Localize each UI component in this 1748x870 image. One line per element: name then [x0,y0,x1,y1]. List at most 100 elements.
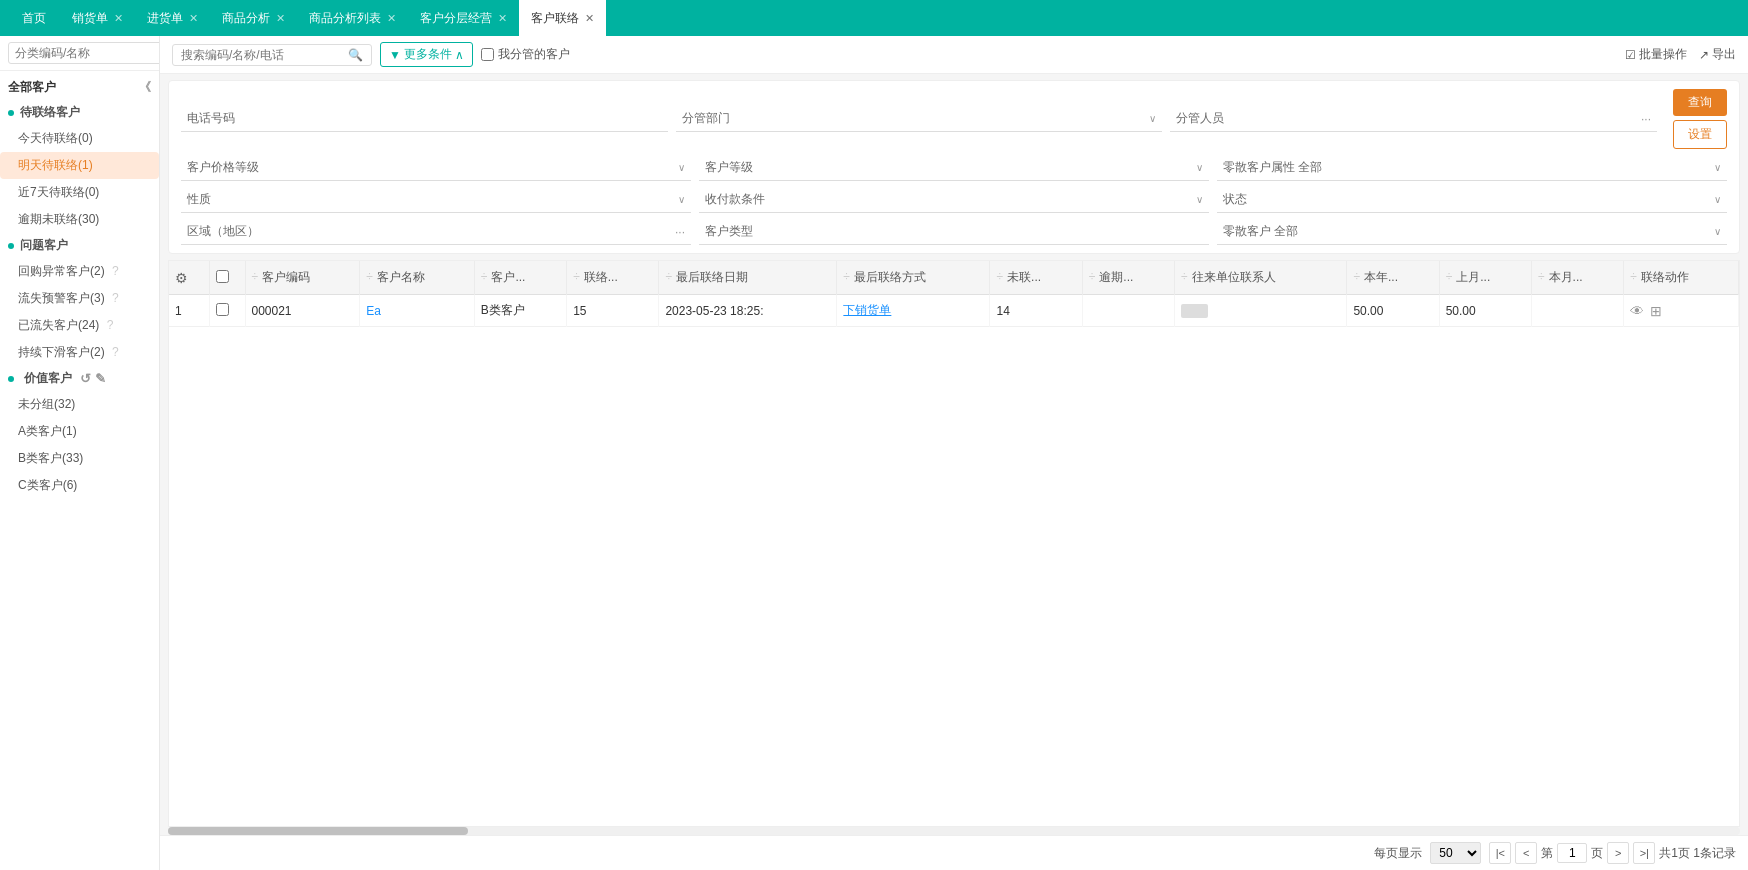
td-this-month [1531,295,1623,327]
more-conditions-btn[interactable]: ▼ 更多条件 ∧ [380,42,473,67]
sidebar-item-overdue[interactable]: 逾期未联络(30) [0,206,159,233]
nav-goods-analysis[interactable]: 商品分析 ✕ [210,0,297,36]
first-page-btn[interactable]: |< [1489,842,1511,864]
grid-icon[interactable]: ⊞ [1650,303,1662,319]
sidebar-item-week[interactable]: 近7天待联络(0) [0,179,159,206]
my-customers-checkbox[interactable] [481,48,494,61]
settings-icon[interactable]: ⚙ [175,270,188,286]
filter-status[interactable]: 状态 ∨ [1217,187,1727,213]
filter-retail-attr[interactable]: 零散客户属性 全部 ∨ [1217,155,1727,181]
th-this-year: ÷本年... [1347,261,1439,295]
sidebar-item-class-a[interactable]: A类客户(1) [0,418,159,445]
query-button[interactable]: 查询 [1673,89,1727,116]
prev-page-btn[interactable]: < [1515,842,1537,864]
th-this-month: ÷本月... [1531,261,1623,295]
price-chevron-icon: ∨ [678,162,685,173]
filter-payment[interactable]: 收付款条件 ∨ [699,187,1209,213]
filter-payment-label: 收付款条件 [705,191,765,208]
filter-price-level[interactable]: 客户价格等级 ∨ [181,155,691,181]
sidebar-item-tomorrow[interactable]: 明天待联络(1) [0,152,159,179]
collapse-icon[interactable]: 《 [139,79,151,96]
help-icon4[interactable]: ? [112,345,119,359]
filter-retail-attr-label: 零散客户属性 全部 [1223,159,1322,176]
nav-customer-contact[interactable]: 客户联络 ✕ [519,0,606,36]
region-ellipsis-icon[interactable]: ··· [675,225,685,239]
related-contact-blurred [1181,304,1208,318]
nav-purchase[interactable]: 进货单 ✕ [135,0,210,36]
filter-row-2: 客户价格等级 ∨ 客户等级 ∨ 零散客户属性 全部 ∨ [181,155,1727,181]
select-all-checkbox[interactable] [216,270,229,283]
scrollbar-thumb[interactable] [168,827,468,835]
sidebar-search-bar[interactable]: 🔍 [0,36,159,71]
sidebar-item-declining[interactable]: 持续下滑客户(2) ? [0,339,159,366]
nav-goods-list[interactable]: 商品分析列表 ✕ [297,0,408,36]
td-customer-code: 000021 [245,295,360,327]
sidebar-item-repurchase[interactable]: 回购异常客户(2) ? [0,258,159,285]
export-btn[interactable]: ↗ 导出 [1699,46,1736,63]
filter-region[interactable]: 区域（地区） ··· [181,219,691,245]
sidebar-item-loss-warning[interactable]: 流失预警客户(3) ? [0,285,159,312]
toolbar-search-input[interactable] [181,48,344,62]
sidebar-item-today[interactable]: 今天待联络(0) [0,125,159,152]
th-checkbox[interactable] [209,261,245,295]
td-last-contact-date: 2023-05-23 18:25: [659,295,837,327]
nav-home[interactable]: 首页 [8,0,60,36]
nav-customer-layer[interactable]: 客户分层经营 ✕ [408,0,519,36]
page-suffix: 页 [1591,845,1603,862]
next-page-btn[interactable]: > [1607,842,1629,864]
sidebar-item-class-c[interactable]: C类客户(6) [0,472,159,499]
payment-chevron-icon: ∨ [1196,194,1203,205]
batch-op-btn[interactable]: ☑ 批量操作 [1625,46,1687,63]
filter-customer-type[interactable]: 客户类型 [699,219,1209,245]
filter-nature[interactable]: 性质 ∨ [181,187,691,213]
td-checkbox[interactable] [209,295,245,327]
filter-row-1: 电话号码 分管部门 ∨ 分管人员 ··· 查询 设置 [181,89,1727,149]
close-goods-list-icon[interactable]: ✕ [387,12,396,25]
filter-status-label: 状态 [1223,191,1247,208]
filter-customer-level[interactable]: 客户等级 ∨ [699,155,1209,181]
last-page-btn[interactable]: >| [1633,842,1655,864]
retail-chevron-icon: ∨ [1714,162,1721,173]
sidebar-search-input[interactable] [8,42,160,64]
refresh-icon[interactable]: ↺ [80,371,91,386]
eye-icon[interactable]: 👁 [1630,303,1644,319]
setting-button[interactable]: 设置 [1673,120,1727,149]
filter-retail-customer[interactable]: 零散客户 全部 ∨ [1217,219,1727,245]
sidebar-item-class-b[interactable]: B类客户(33) [0,445,159,472]
my-customers-checkbox-label[interactable]: 我分管的客户 [481,46,570,63]
td-customer-name[interactable]: Ea [360,295,475,327]
th-settings[interactable]: ⚙ [169,261,209,295]
th-last-contact-method: ÷最后联络方式 [837,261,990,295]
filter-phone-label: 电话号码 [187,110,235,127]
help-icon3[interactable]: ? [107,318,114,332]
per-page-select[interactable]: 50 100 200 [1430,842,1481,864]
close-sales-icon[interactable]: ✕ [114,12,123,25]
help-icon2[interactable]: ? [112,291,119,305]
customer-table: ⚙ ÷客户编码 ÷客户名称 ÷客户... ÷联络... ÷最后联络日期 ÷最后联… [169,261,1739,327]
page-number-input[interactable] [1557,843,1587,863]
close-goods-analysis-icon[interactable]: ✕ [276,12,285,25]
sidebar-item-lost[interactable]: 已流失客户(24) ? [0,312,159,339]
edit-icon[interactable]: ✎ [95,371,106,386]
sidebar-item-ungrouped[interactable]: 未分组(32) [0,391,159,418]
th-related-contact: ÷往来单位联系人 [1175,261,1347,295]
close-purchase-icon[interactable]: ✕ [189,12,198,25]
contact-method-link[interactable]: 下销货单 [843,303,891,317]
filter-manager[interactable]: 分管人员 ··· [1170,106,1657,132]
close-customer-contact-icon[interactable]: ✕ [585,12,594,25]
help-icon[interactable]: ? [112,264,119,278]
toolbar-search-icon[interactable]: 🔍 [348,48,363,62]
section-value-customers: 价值客户 ↺ ✎ [0,366,159,391]
filter-phone[interactable]: 电话号码 [181,106,668,132]
all-customers-header[interactable]: 全部客户 《 [0,71,159,100]
td-last-contact-method[interactable]: 下销货单 [837,295,990,327]
nav-sales[interactable]: 销货单 ✕ [60,0,135,36]
manager-ellipsis-icon[interactable]: ··· [1641,112,1651,126]
customer-name-link[interactable]: Ea [366,304,381,318]
horizontal-scrollbar[interactable] [168,827,1740,835]
close-customer-layer-icon[interactable]: ✕ [498,12,507,25]
toolbar-search-container[interactable]: 🔍 [172,44,372,66]
row-checkbox[interactable] [216,303,229,316]
filter-panel: 电话号码 分管部门 ∨ 分管人员 ··· 查询 设置 客户价格等级 [168,80,1740,254]
filter-dept[interactable]: 分管部门 ∨ [676,106,1163,132]
